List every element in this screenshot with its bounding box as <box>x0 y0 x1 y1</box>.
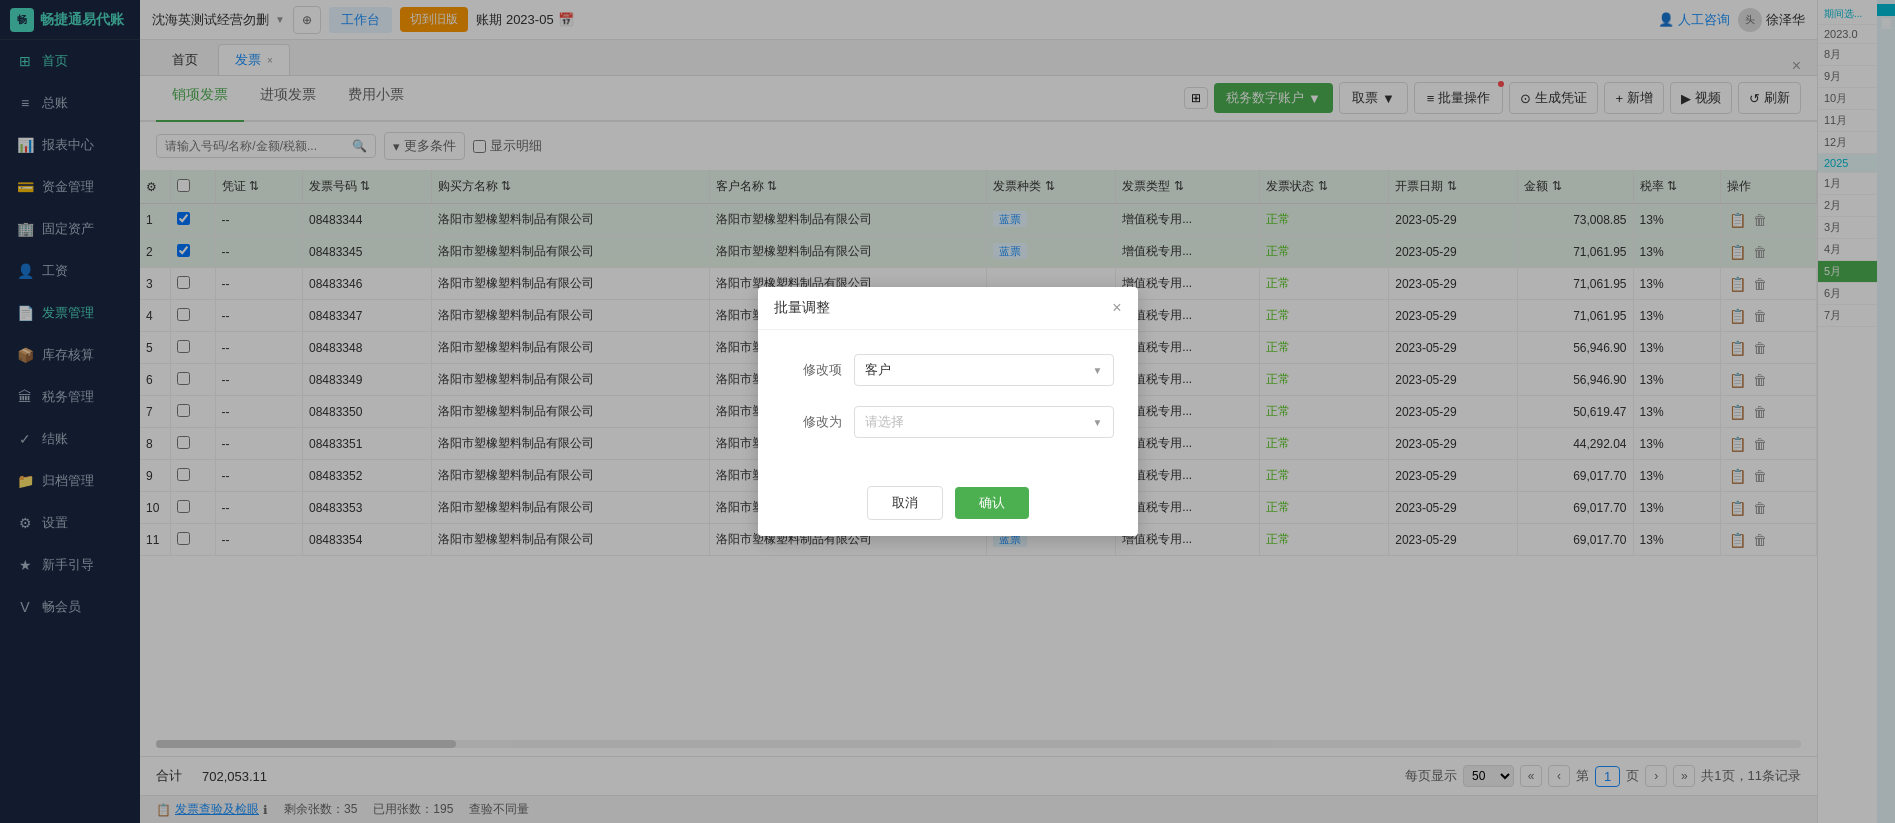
modify-to-arrow: ▼ <box>1093 417 1103 428</box>
modify-item-value: 客户 <box>865 361 891 379</box>
modify-item-label: 修改项 <box>782 361 842 379</box>
modify-to-select[interactable]: 请选择 ▼ <box>854 406 1114 438</box>
batch-adjust-modal: 批量调整 × 修改项 客户 ▼ 修改为 请选择 ▼ 取消 确认 <box>758 287 1138 536</box>
modify-item-select[interactable]: 客户 ▼ <box>854 354 1114 386</box>
modal-close-btn[interactable]: × <box>1112 299 1121 317</box>
modal-cancel-btn[interactable]: 取消 <box>867 486 943 520</box>
modal-header: 批量调整 × <box>758 287 1138 330</box>
modal-overlay[interactable]: 批量调整 × 修改项 客户 ▼ 修改为 请选择 ▼ 取消 确认 <box>0 0 1895 823</box>
modal-title: 批量调整 <box>774 299 830 317</box>
modify-to-placeholder: 请选择 <box>865 413 904 431</box>
modal-body: 修改项 客户 ▼ 修改为 请选择 ▼ <box>758 330 1138 474</box>
modify-to-label: 修改为 <box>782 413 842 431</box>
modify-item-arrow: ▼ <box>1093 365 1103 376</box>
modal-confirm-btn[interactable]: 确认 <box>955 487 1029 519</box>
modify-item-row: 修改项 客户 ▼ <box>782 354 1114 386</box>
modify-to-row: 修改为 请选择 ▼ <box>782 406 1114 438</box>
modal-footer: 取消 确认 <box>758 474 1138 536</box>
